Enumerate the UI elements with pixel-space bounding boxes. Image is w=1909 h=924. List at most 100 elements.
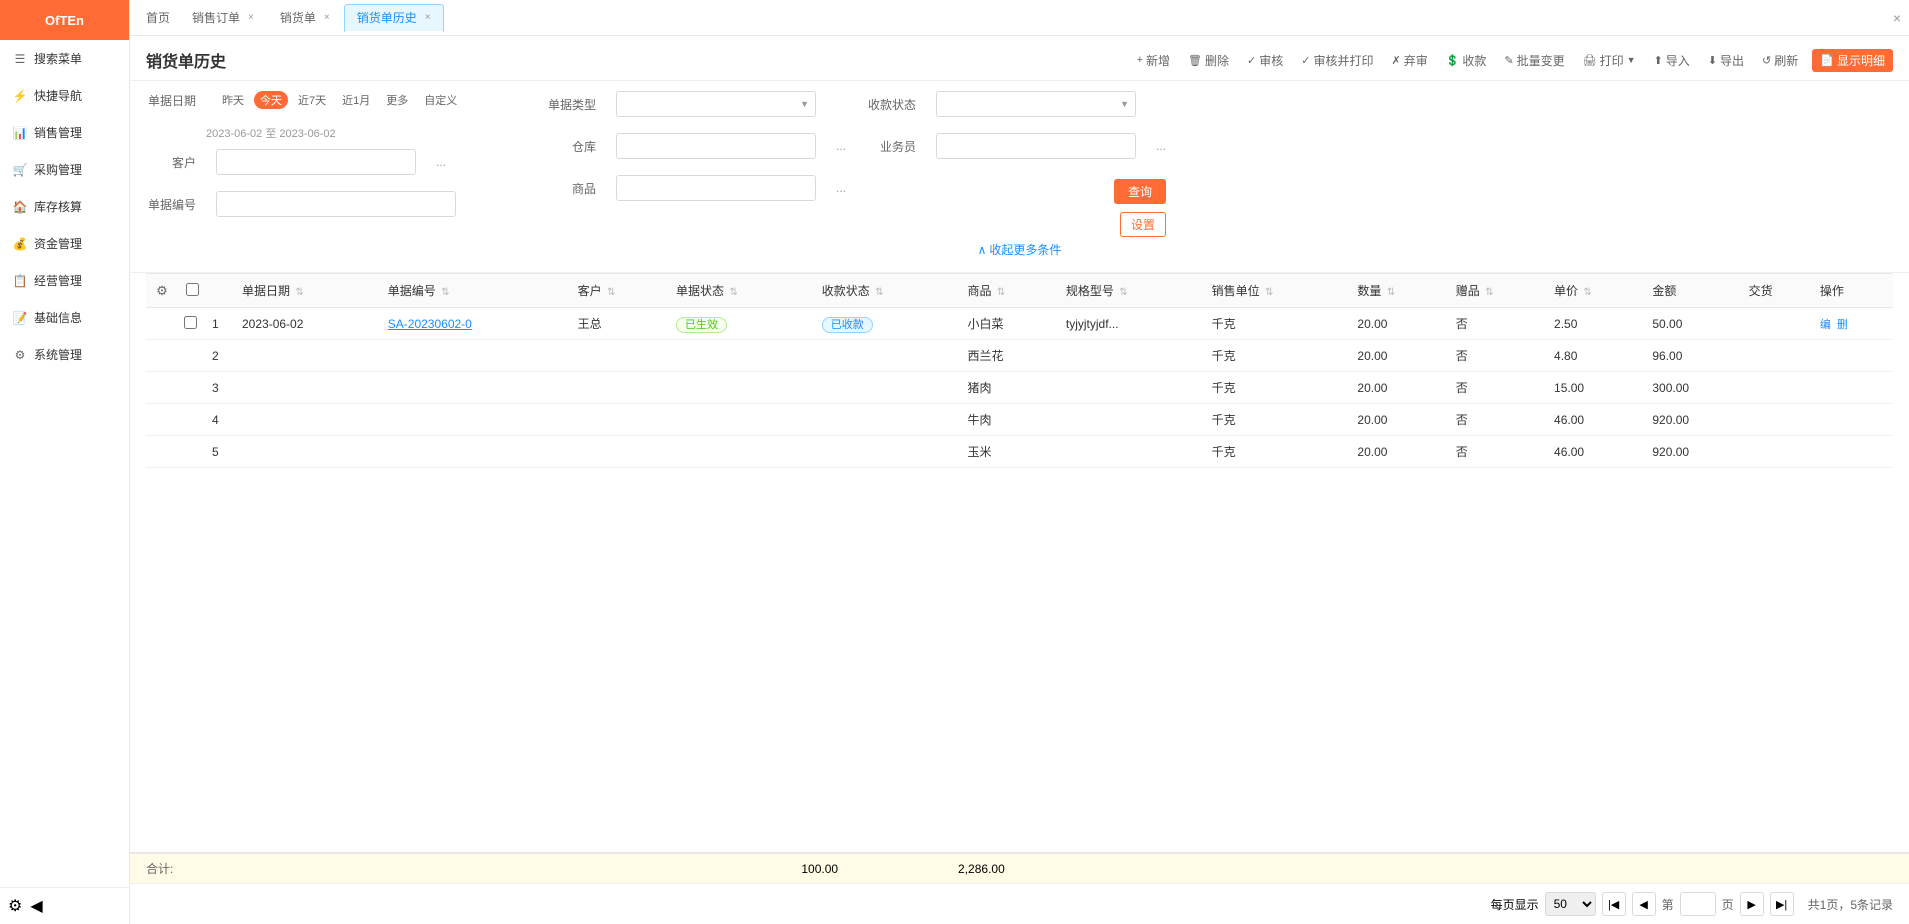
row1-del-btn[interactable]: 删 — [1837, 316, 1848, 332]
tab-sales-history[interactable]: 销货单历史 × — [344, 4, 444, 32]
col-doc-no[interactable]: 单据编号 ⇅ — [382, 274, 572, 308]
sidebar-item-purchase-mgmt[interactable]: 🛒 采购管理 — [0, 151, 129, 188]
select-all-checkbox[interactable] — [186, 283, 199, 296]
customer-picker[interactable]: ... — [436, 155, 446, 169]
last-page-btn[interactable]: ▶| — [1770, 892, 1794, 916]
new-icon: + — [1137, 54, 1143, 66]
col-customer[interactable]: 客户 ⇅ — [572, 274, 670, 308]
import-button[interactable]: ⬆ 导入 — [1650, 50, 1694, 71]
audit-button[interactable]: ✓ 审核 — [1243, 50, 1287, 71]
sidebar: OfTEn ☰ 搜索菜单 ⚡ 快捷导航 📊 销售管理 🛒 采购管理 🏠 库存核算… — [0, 0, 130, 924]
delete-button[interactable]: 🗑 删除 — [1184, 50, 1233, 71]
row2-gift: 否 — [1450, 340, 1548, 372]
date-btn-1month[interactable]: 近1月 — [336, 91, 376, 109]
row1-edit-btn[interactable]: 编 — [1820, 316, 1831, 332]
date-btn-yesterday[interactable]: 昨天 — [216, 91, 250, 109]
page-unit: 页 — [1722, 896, 1734, 913]
tabs-close-all[interactable]: × — [1893, 10, 1901, 26]
docno-input[interactable] — [216, 191, 456, 217]
col-unit[interactable]: 销售单位 ⇅ — [1206, 274, 1352, 308]
per-page-select[interactable]: 50 100 200 — [1545, 892, 1596, 916]
filter-settings-button[interactable]: 设置 — [1120, 212, 1166, 237]
col-gift[interactable]: 赠品 ⇅ — [1450, 274, 1548, 308]
row1-paystatus: 已收款 — [816, 308, 962, 340]
sort-qty: ⇅ — [1387, 287, 1395, 298]
prev-page-btn[interactable]: ◀ — [1632, 892, 1656, 916]
sidebar-item-ops-mgmt[interactable]: 📋 经营管理 — [0, 262, 129, 299]
staff-picker[interactable]: ... — [1156, 139, 1166, 153]
abandon-icon: ✗ — [1391, 54, 1400, 67]
row1-select[interactable] — [184, 316, 197, 329]
filter-row-customer: 客户 ... — [146, 149, 526, 175]
tab-close-sales-goods[interactable]: × — [324, 12, 330, 23]
batch-change-button[interactable]: ✎ 批量变更 — [1500, 50, 1568, 71]
row5-amount: 920.00 — [1646, 436, 1742, 468]
export-button[interactable]: ⬇ 导出 — [1704, 50, 1748, 71]
row5-gift: 否 — [1450, 436, 1548, 468]
sidebar-item-search-menu[interactable]: ☰ 搜索菜单 — [0, 40, 129, 77]
column-settings-icon[interactable]: ⚙ — [156, 283, 168, 298]
col-amount: 金额 — [1646, 274, 1742, 308]
col-goods[interactable]: 商品 ⇅ — [962, 274, 1060, 308]
new-button[interactable]: + 新增 — [1133, 50, 1174, 71]
row2-qty: 20.00 — [1351, 340, 1449, 372]
sales-icon: 📊 — [12, 125, 28, 141]
col-doc-date[interactable]: 单据日期 ⇅ — [236, 274, 382, 308]
tab-sales-order[interactable]: 销售订单 × — [180, 4, 266, 32]
warehouse-input[interactable] — [616, 133, 816, 159]
refresh-button[interactable]: ↺ 刷新 — [1758, 50, 1802, 71]
customer-label: 客户 — [146, 154, 196, 171]
next-page-btn[interactable]: ▶ — [1740, 892, 1764, 916]
date-btn-custom[interactable]: 自定义 — [418, 91, 463, 109]
goods-input[interactable] — [616, 175, 816, 201]
table-header-row: ⚙ 单据日期 ⇅ 单据编号 ⇅ — [146, 274, 1893, 308]
row1-docno[interactable]: SA-20230602-0 — [382, 308, 572, 340]
date-btn-7days[interactable]: 近7天 — [292, 91, 332, 109]
collect-button[interactable]: 💲 收款 — [1442, 50, 1491, 71]
sidebar-item-sys-mgmt[interactable]: ⚙ 系统管理 — [0, 336, 129, 373]
table-row: 4 牛肉 千克 20.00 否 46.00 920.00 — [146, 404, 1893, 436]
sidebar-settings-icon[interactable]: ⚙ — [8, 896, 22, 916]
row2-amount: 96.00 — [1646, 340, 1742, 372]
doctype-dropdown-icon: ▼ — [800, 99, 809, 109]
abandon-button[interactable]: ✗ 弃审 — [1387, 50, 1431, 71]
sidebar-item-basic-info[interactable]: 📝 基础信息 — [0, 299, 129, 336]
sidebar-item-quick-nav[interactable]: ⚡ 快捷导航 — [0, 77, 129, 114]
col-price[interactable]: 单价 ⇅ — [1548, 274, 1646, 308]
tabs-bar: 首页 销售订单 × 销货单 × 销货单历史 × × — [130, 0, 1909, 36]
col-qty[interactable]: 数量 ⇅ — [1351, 274, 1449, 308]
sidebar-item-finance[interactable]: 💰 资金管理 — [0, 225, 129, 262]
col-spec[interactable]: 规格型号 ⇅ — [1060, 274, 1206, 308]
date-btn-today[interactable]: 今天 — [254, 91, 288, 109]
audit-print-button[interactable]: ✓ 审核并打印 — [1297, 50, 1377, 71]
collapse-button[interactable]: ∧ 收起更多条件 — [146, 241, 1893, 258]
row4-amount: 920.00 — [1646, 404, 1742, 436]
col-settings[interactable]: ⚙ — [146, 274, 178, 308]
warehouse-picker[interactable]: ... — [836, 139, 846, 153]
tab-sales-goods[interactable]: 销货单 × — [268, 4, 342, 32]
purchase-icon: 🛒 — [12, 162, 28, 178]
goods-picker[interactable]: ... — [836, 181, 846, 195]
page-number-input[interactable]: 1 — [1680, 892, 1716, 916]
col-doc-status[interactable]: 单据状态 ⇅ — [670, 274, 816, 308]
sidebar-item-inventory[interactable]: 🏠 库存核算 — [0, 188, 129, 225]
date-btn-more[interactable]: 更多 — [380, 91, 414, 109]
staff-input[interactable] — [936, 133, 1136, 159]
filter-area: 单据日期 昨天 今天 近7天 近1月 更多 自定义 2023-06-02 至 2… — [130, 81, 1909, 273]
customer-input[interactable] — [216, 149, 416, 175]
row1-docstatus: 已生效 — [670, 308, 816, 340]
search-menu-icon: ☰ — [12, 51, 28, 67]
print-button[interactable]: 🖨 打印 ▼ — [1579, 50, 1640, 71]
query-button[interactable]: 查询 — [1114, 179, 1166, 204]
paystatus-select[interactable]: ▼ — [936, 91, 1136, 117]
table-container: ⚙ 单据日期 ⇅ 单据编号 ⇅ — [130, 273, 1909, 852]
col-pay-status[interactable]: 收款状态 ⇅ — [816, 274, 962, 308]
tab-home[interactable]: 首页 — [138, 9, 178, 26]
doctype-select[interactable]: ▼ — [616, 91, 816, 117]
show-detail-button[interactable]: 📄 显示明细 — [1812, 49, 1893, 72]
tab-close-sales-history[interactable]: × — [425, 12, 431, 23]
tab-close-sales-order[interactable]: × — [248, 12, 254, 23]
sidebar-item-sales-mgmt[interactable]: 📊 销售管理 — [0, 114, 129, 151]
sidebar-collapse-icon[interactable]: ◀ — [30, 896, 42, 916]
first-page-btn[interactable]: |◀ — [1602, 892, 1626, 916]
